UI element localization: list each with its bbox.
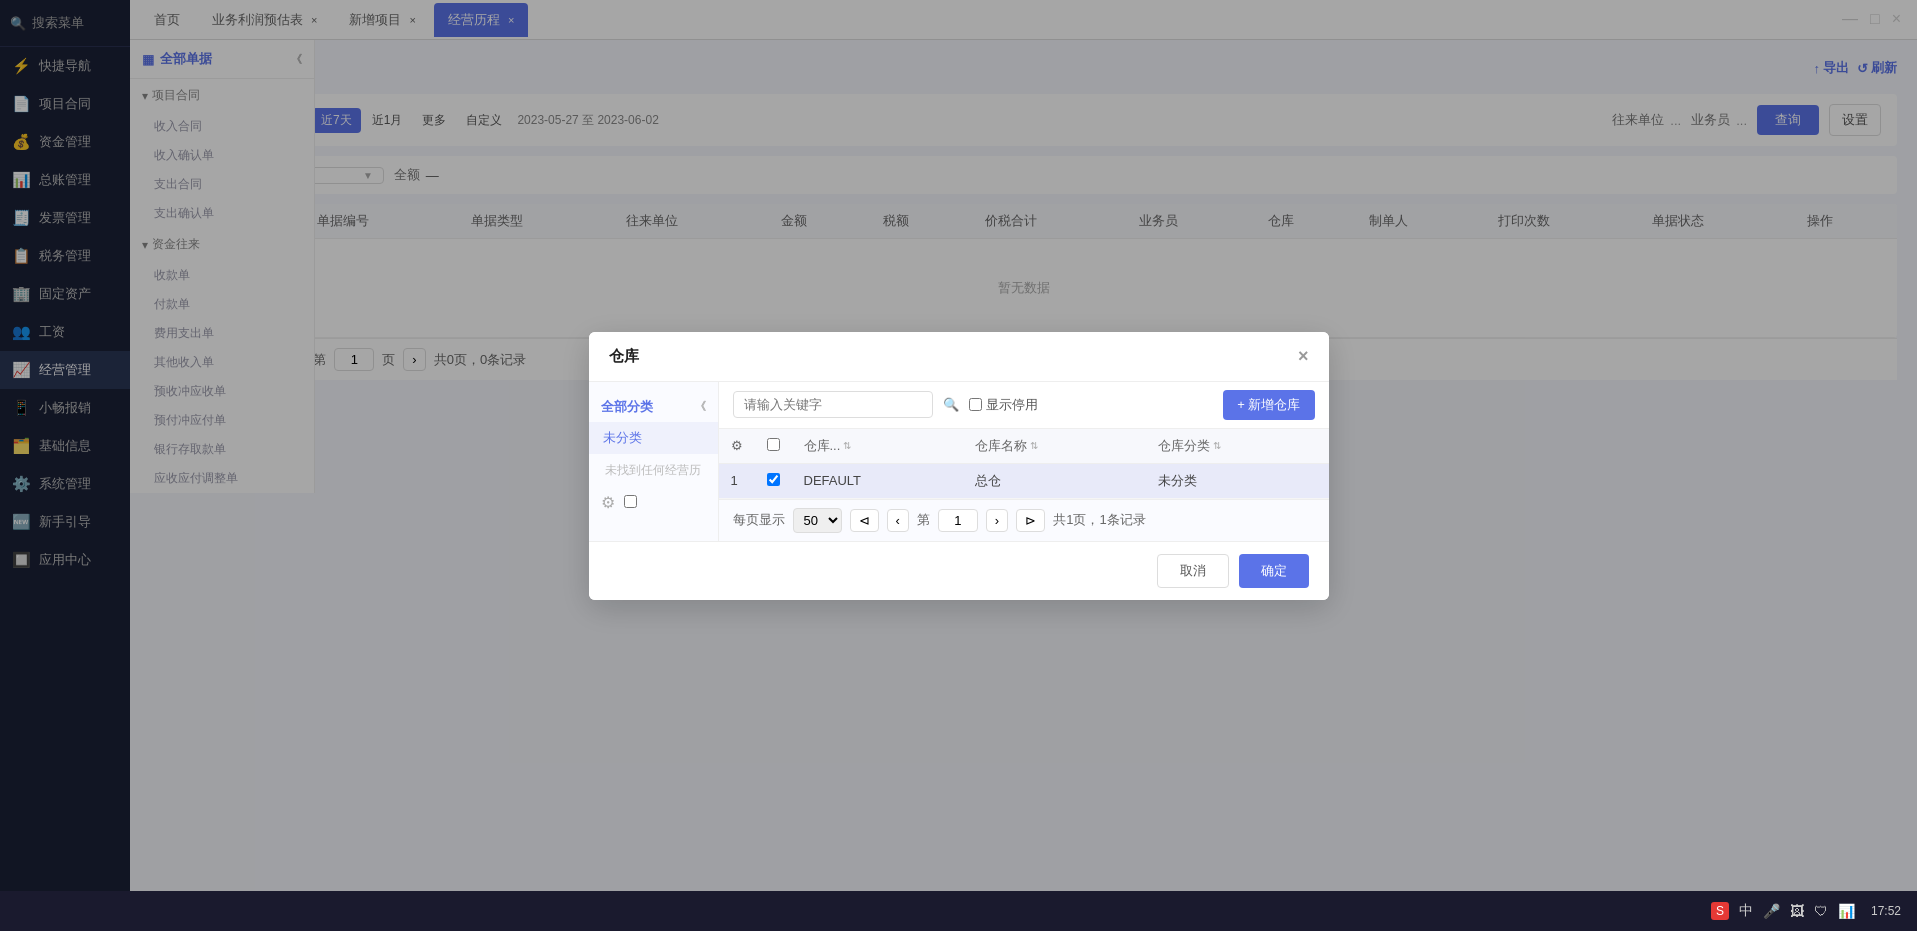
taskbar-icon-shield[interactable]: 🛡: [1814, 903, 1828, 919]
sort-category-icon: ⇅: [1213, 440, 1221, 451]
modal-sidebar-checkbox[interactable]: [624, 495, 637, 508]
show-disabled-label[interactable]: 显示停用: [969, 396, 1038, 414]
modal-per-page-label: 每页显示: [733, 511, 785, 529]
modal-toolbar: 🔍 显示停用 + 新增仓库: [719, 382, 1329, 429]
taskbar-icon-bar[interactable]: 📊: [1838, 903, 1855, 919]
modal-search-icon: 🔍: [943, 397, 959, 412]
modal-main: 🔍 显示停用 + 新增仓库 ⚙: [719, 382, 1329, 541]
modal-sidebar: 全部分类 《 未分类 未找到任何经营历 ⚙: [589, 382, 719, 541]
modal-last-btn[interactable]: ⊳: [1016, 509, 1045, 532]
taskbar-icons: S 中 🎤 🖼 🛡 📊: [1711, 902, 1855, 920]
th-checkbox: [755, 429, 792, 464]
modal-close-btn[interactable]: ×: [1298, 346, 1309, 367]
modal-per-page-select[interactable]: 50: [793, 508, 842, 533]
show-disabled-checkbox[interactable]: [969, 398, 982, 411]
add-warehouse-btn[interactable]: + 新增仓库: [1223, 390, 1314, 420]
row-category: 未分类: [1146, 463, 1329, 498]
taskbar-icon-cam[interactable]: 🖼: [1790, 903, 1804, 919]
window-controls: — □ ×: [1826, 0, 1917, 38]
modal-cancel-btn[interactable]: 取消: [1157, 554, 1229, 588]
modal-table-body: 1 DEFAULT 总仓 未分类: [719, 463, 1329, 498]
modal-overlay[interactable]: 仓库 × 全部分类 《 未分类 未找到任何经营历 ⚙: [0, 0, 1917, 931]
modal-table: ⚙ 仓库... ⇅ 仓库名称: [719, 429, 1329, 499]
maximize-btn[interactable]: □: [1870, 10, 1880, 28]
modal-table-row-1[interactable]: 1 DEFAULT 总仓 未分类: [719, 463, 1329, 498]
modal-title: 仓库: [609, 347, 639, 366]
modal-next-btn[interactable]: ›: [986, 509, 1008, 532]
taskbar-icon-s[interactable]: S: [1711, 902, 1729, 920]
row-1-checkbox[interactable]: [767, 473, 780, 486]
modal-search-input[interactable]: [733, 391, 933, 418]
modal-prev-btn[interactable]: ‹: [887, 509, 909, 532]
row-check: [755, 463, 792, 498]
modal-body: 全部分类 《 未分类 未找到任何经营历 ⚙ 🔍: [589, 382, 1329, 541]
modal-footer: 取消 确定: [589, 541, 1329, 600]
modal-first-btn[interactable]: ⊲: [850, 509, 879, 532]
th-gear-icon[interactable]: ⚙: [731, 438, 743, 453]
sort-code-icon: ⇅: [843, 440, 851, 451]
modal-table-wrap: ⚙ 仓库... ⇅ 仓库名称: [719, 429, 1329, 499]
th-warehouse-name: 仓库名称 ⇅: [963, 429, 1146, 464]
modal-header: 仓库 ×: [589, 332, 1329, 382]
taskbar: S 中 🎤 🖼 🛡 📊 17:52: [0, 891, 1917, 931]
sort-name-icon: ⇅: [1030, 440, 1038, 451]
taskbar-icon-zh[interactable]: 中: [1739, 902, 1753, 920]
taskbar-time: 17:52: [1871, 904, 1901, 918]
modal-sidebar-collapse[interactable]: 《: [695, 399, 706, 414]
th-warehouse-category: 仓库分类 ⇅: [1146, 429, 1329, 464]
warehouse-modal: 仓库 × 全部分类 《 未分类 未找到任何经营历 ⚙: [589, 332, 1329, 600]
modal-table-header: ⚙ 仓库... ⇅ 仓库名称: [719, 429, 1329, 464]
modal-total-info: 共1页，1条记录: [1053, 511, 1145, 529]
row-num: 1: [719, 463, 755, 498]
modal-gear-icon[interactable]: ⚙: [601, 494, 615, 511]
modal-confirm-btn[interactable]: 确定: [1239, 554, 1309, 588]
modal-sidebar-items: 未分类: [589, 422, 718, 454]
close-btn[interactable]: ×: [1892, 10, 1901, 28]
modal-sidebar-header: 全部分类 《: [589, 392, 718, 422]
modal-sidebar-settings: ⚙: [589, 487, 718, 518]
th-settings: ⚙: [719, 429, 755, 464]
modal-sidebar-uncategorized[interactable]: 未分类: [589, 422, 718, 454]
row-name: 总仓: [963, 463, 1146, 498]
taskbar-icon-mic[interactable]: 🎤: [1763, 903, 1780, 919]
th-select-all[interactable]: [767, 438, 780, 451]
modal-pagination: 每页显示 50 ⊲ ‹ 第 › ⊳ 共1页，1条记录: [719, 499, 1329, 541]
minimize-btn[interactable]: —: [1842, 10, 1858, 28]
no-category-found: 未找到任何经营历: [589, 454, 718, 487]
modal-page-input[interactable]: [938, 509, 978, 532]
row-code: DEFAULT: [792, 463, 963, 498]
all-category-label[interactable]: 全部分类: [601, 398, 653, 416]
th-warehouse-code: 仓库... ⇅: [792, 429, 963, 464]
modal-page-label: 第: [917, 511, 930, 529]
